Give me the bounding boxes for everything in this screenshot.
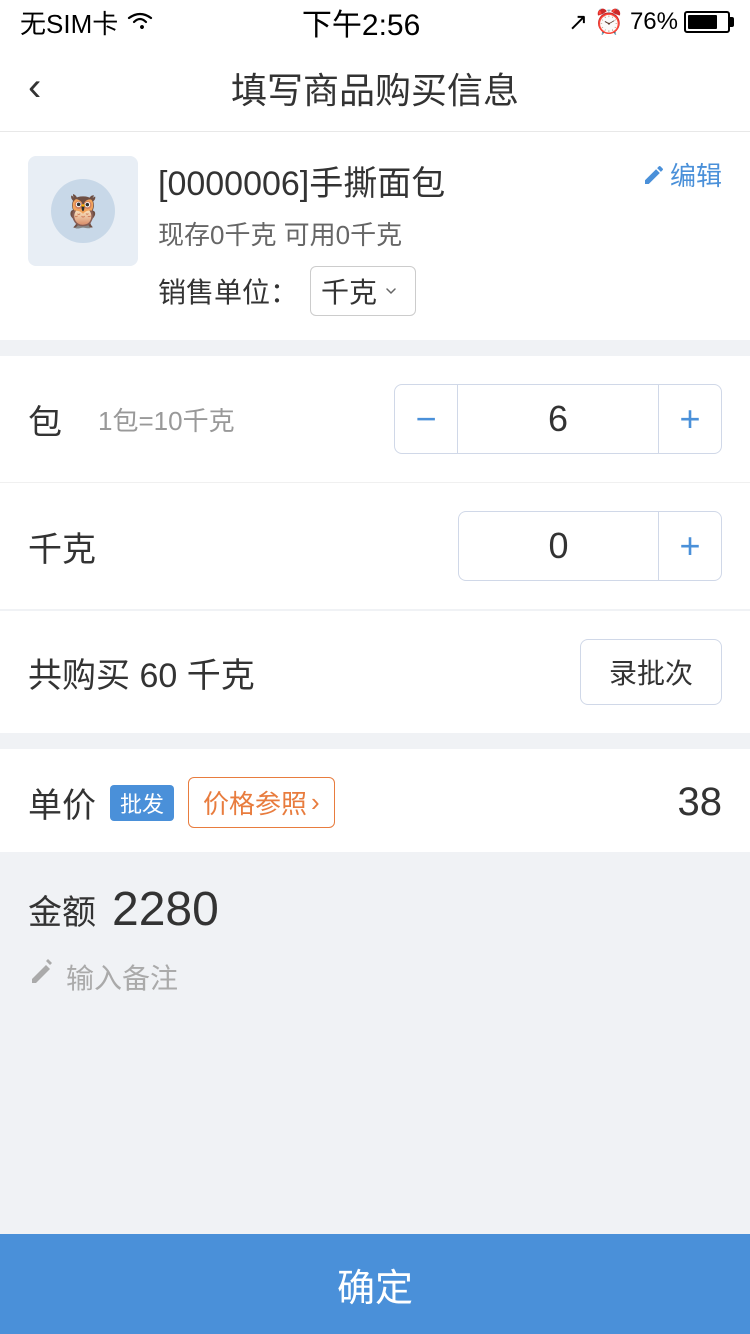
wifi-icon bbox=[126, 7, 154, 38]
status-time: 下午2:56 bbox=[302, 0, 420, 44]
product-card: 🦉 [0000006]手撕面包 编辑 现存0千克 可用0千克 销售单位： 千克 bbox=[0, 132, 750, 340]
price-row: 单价 批发 价格参照 › 38 bbox=[28, 777, 722, 828]
page-title: 填写商品购买信息 bbox=[231, 62, 519, 114]
bao-label: 包 bbox=[28, 395, 88, 444]
bao-minus-button[interactable]: − bbox=[394, 384, 458, 454]
alarm-icon: ⏰ bbox=[594, 8, 624, 37]
batch-button[interactable]: 录批次 bbox=[580, 639, 722, 705]
bao-plus-button[interactable]: + bbox=[658, 384, 722, 454]
status-left: 无SIM卡 bbox=[20, 4, 154, 41]
pencil-icon bbox=[28, 959, 56, 995]
price-ref-button[interactable]: 价格参照 › bbox=[188, 777, 335, 828]
amount-section: 金额 2280 输入备注 bbox=[0, 854, 750, 1013]
quantity-bao-section: 包 1包=10千克 − + 千克 + bbox=[0, 356, 750, 609]
amount-row: 金额 2280 bbox=[28, 882, 722, 937]
total-row: 共购买 60 千克 录批次 bbox=[0, 611, 750, 733]
bao-controls: − + bbox=[394, 384, 722, 454]
quantity-kg-row: 千克 + bbox=[0, 483, 750, 609]
remark-placeholder[interactable]: 输入备注 bbox=[66, 957, 178, 997]
unit-select[interactable]: 千克 bbox=[310, 266, 416, 316]
product-unit-row: 销售单位： 千克 bbox=[158, 266, 722, 316]
location-icon: ↗ bbox=[568, 8, 588, 37]
status-bar: 无SIM卡 下午2:56 ↗ ⏰ 76% bbox=[0, 0, 750, 44]
remark-row[interactable]: 输入备注 bbox=[28, 957, 722, 997]
price-value: 38 bbox=[678, 780, 723, 825]
price-section: 单价 批发 价格参照 › 38 bbox=[0, 749, 750, 852]
quantity-bao-row: 包 1包=10千克 − + bbox=[0, 356, 750, 483]
bao-hint: 1包=10千克 bbox=[98, 401, 394, 438]
battery-icon bbox=[684, 11, 730, 33]
product-name: [0000006]手撕面包 bbox=[158, 156, 445, 205]
kg-quantity-input[interactable] bbox=[458, 511, 658, 581]
bao-quantity-input[interactable] bbox=[458, 384, 658, 454]
status-right: ↗ ⏰ 76% bbox=[568, 8, 730, 37]
price-left: 单价 批发 价格参照 › bbox=[28, 777, 335, 828]
svg-text:🦉: 🦉 bbox=[63, 193, 103, 229]
amount-value: 2280 bbox=[112, 882, 219, 937]
price-type-tag: 批发 bbox=[110, 785, 174, 821]
amount-label: 金额 bbox=[28, 885, 96, 934]
product-name-row: [0000006]手撕面包 编辑 bbox=[158, 156, 722, 205]
product-image: 🦉 bbox=[28, 156, 138, 266]
back-button[interactable]: ‹ bbox=[28, 65, 41, 110]
price-label: 单价 bbox=[28, 778, 96, 827]
kg-controls: + bbox=[458, 511, 722, 581]
kg-label: 千克 bbox=[28, 522, 96, 571]
unit-label: 销售单位： bbox=[158, 271, 298, 311]
product-info: [0000006]手撕面包 编辑 现存0千克 可用0千克 销售单位： 千克 bbox=[158, 156, 722, 316]
confirm-button[interactable]: 确定 bbox=[0, 1234, 750, 1334]
battery-percent: 76% bbox=[630, 8, 678, 36]
total-text: 共购买 60 千克 bbox=[28, 648, 255, 697]
kg-plus-button[interactable]: + bbox=[658, 511, 722, 581]
edit-button[interactable]: 编辑 bbox=[642, 156, 722, 193]
carrier-text: 无SIM卡 bbox=[20, 4, 118, 41]
product-stock: 现存0千克 可用0千克 bbox=[158, 215, 722, 252]
nav-bar: ‹ 填写商品购买信息 bbox=[0, 44, 750, 132]
main-content: 🦉 [0000006]手撕面包 编辑 现存0千克 可用0千克 销售单位： 千克 bbox=[0, 132, 750, 1313]
